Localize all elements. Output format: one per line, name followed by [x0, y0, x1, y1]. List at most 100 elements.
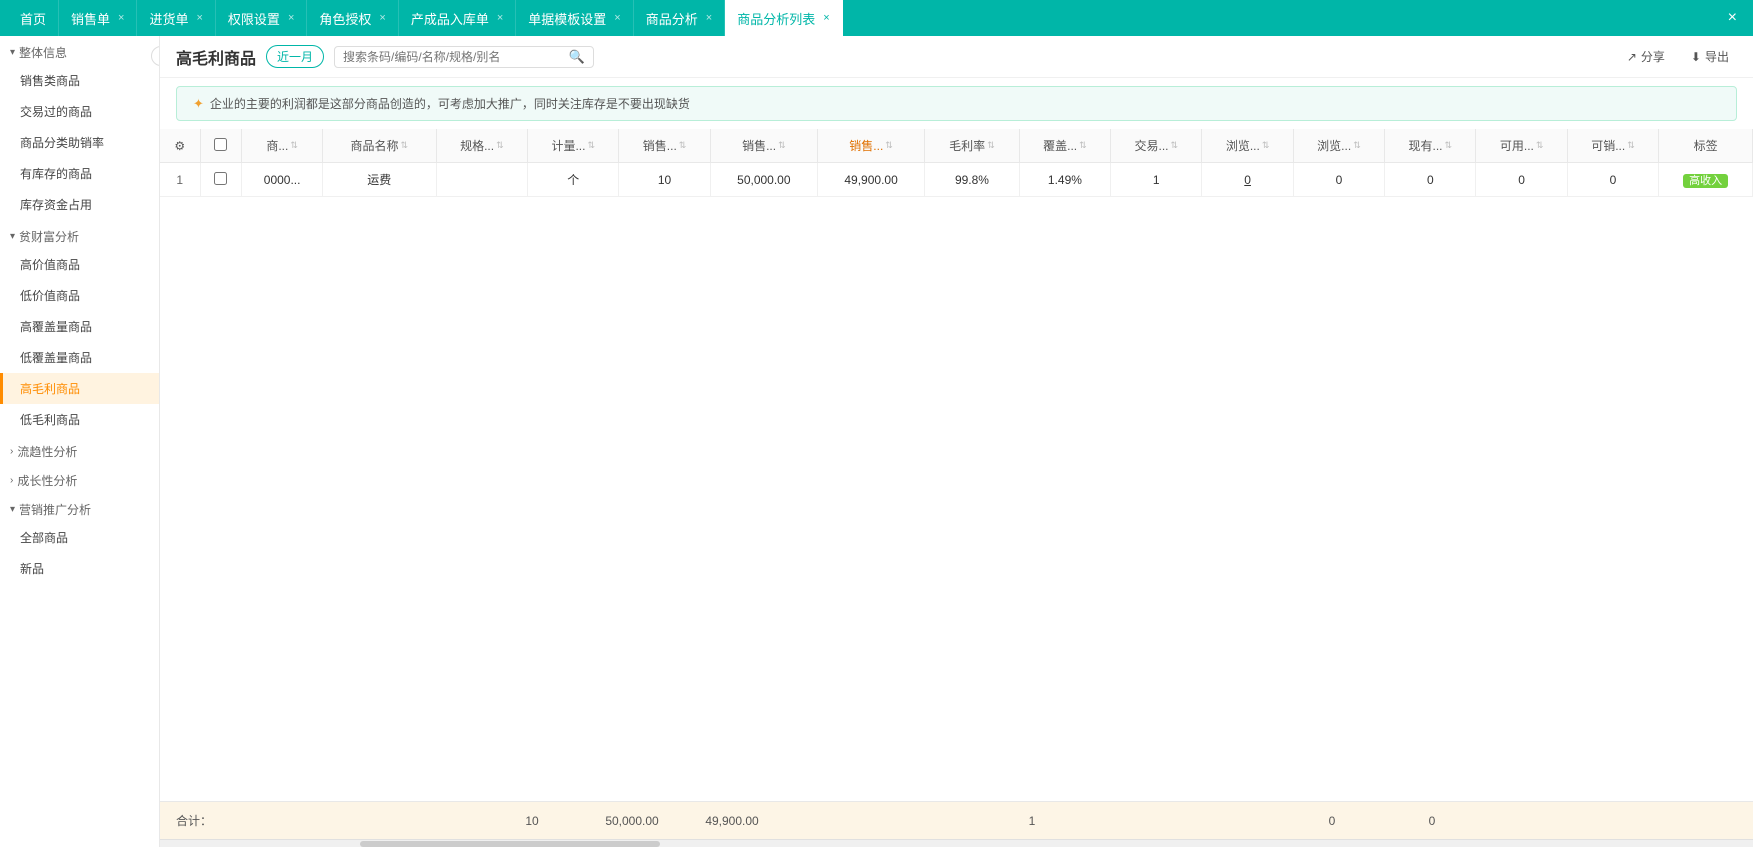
col-current-stock[interactable]: 现有... ⇅ [1385, 129, 1476, 163]
sidebar-item-traded-goods[interactable]: 交易过的商品 [0, 96, 159, 127]
content-area: 高毛利商品 近一月 🔍 ↗ 分享 ⬇ 导出 ✦ 企业的主要的利润都是这部分商品创… [160, 36, 1753, 847]
share-icon: ↗ [1627, 50, 1637, 64]
nav-tab-sales[interactable]: 销售单 × [59, 0, 137, 36]
nav-tab-production[interactable]: 产成品入库单 × [399, 0, 516, 36]
cell-browse1[interactable]: 0 [1202, 163, 1293, 197]
date-filter-button[interactable]: 近一月 [266, 45, 324, 68]
footer-sales-profit: 49,900.00 [692, 814, 772, 828]
sidebar-item-high-coverage[interactable]: 高覆盖量商品 [0, 311, 159, 342]
sort-icon-4: ⇅ [587, 140, 595, 151]
cell-spec [436, 163, 527, 197]
nav-tab-home[interactable]: 首页 [8, 0, 59, 36]
arrow-down-icon-3: ▾ [10, 504, 15, 515]
sidebar-section-wealth-label: 贫财富分析 [19, 228, 79, 245]
nav-label-home: 首页 [20, 9, 46, 28]
cell-checkbox[interactable] [200, 163, 242, 197]
col-sales-profit[interactable]: 销售... ⇅ [817, 129, 924, 163]
nav-tab-purchase[interactable]: 进货单 × [137, 0, 215, 36]
col-sales-amount[interactable]: 销售... ⇅ [710, 129, 817, 163]
sort-icon-10: ⇅ [1171, 140, 1179, 151]
cell-sales-count: 10 [619, 163, 710, 197]
cell-name: 运费 [322, 163, 436, 197]
col-code[interactable]: 商... ⇅ [242, 129, 322, 163]
search-icon[interactable]: 🔍 [569, 49, 585, 65]
close-analysis-tab[interactable]: × [706, 12, 712, 24]
col-sales-count[interactable]: 销售... ⇅ [619, 129, 710, 163]
sidebar-item-category-rate[interactable]: 商品分类助销率 [0, 127, 159, 158]
col-settings[interactable]: ⚙ [160, 129, 200, 163]
select-all-checkbox[interactable] [214, 138, 227, 151]
arrow-right-icon: › [10, 446, 13, 457]
col-coverage[interactable]: 覆盖... ⇅ [1019, 129, 1110, 163]
sidebar-section-overall[interactable]: ▾ 整体信息 [0, 36, 159, 65]
nav-label-purchase: 进货单 [149, 9, 188, 28]
sidebar-item-sales-goods[interactable]: 销售类商品 [0, 65, 159, 96]
sort-icon-11: ⇅ [1262, 140, 1270, 151]
sort-icon-13: ⇅ [1445, 140, 1453, 151]
nav-label-analysis-list: 商品分析列表 [737, 9, 815, 28]
arrow-down-icon: ▾ [10, 47, 15, 58]
col-transaction[interactable]: 交易... ⇅ [1111, 129, 1202, 163]
col-spec[interactable]: 规格... ⇅ [436, 129, 527, 163]
sort-icon-6: ⇅ [778, 140, 786, 151]
close-window-button[interactable]: × [1720, 9, 1745, 27]
col-checkbox[interactable] [200, 129, 242, 163]
nav-label-permissions: 权限设置 [228, 9, 280, 28]
footer-available: 0 [1392, 814, 1472, 828]
nav-label-template: 单据模板设置 [528, 9, 606, 28]
cell-sellable: 0 [1567, 163, 1658, 197]
sidebar-item-low-value[interactable]: 低价值商品 [0, 280, 159, 311]
sort-icon-3: ⇅ [496, 140, 504, 151]
nav-tab-permissions[interactable]: 权限设置 × [216, 0, 307, 36]
sidebar-section-overall-label: 整体信息 [19, 44, 67, 61]
sidebar-section-wealth[interactable]: ▾ 贫财富分析 [0, 220, 159, 249]
search-input[interactable] [343, 50, 565, 64]
sidebar-item-low-coverage[interactable]: 低覆盖量商品 [0, 342, 159, 373]
nav-tab-template[interactable]: 单据模板设置 × [516, 0, 633, 36]
close-permissions-tab[interactable]: × [288, 12, 294, 24]
sidebar-section-growth[interactable]: › 成长性分析 [0, 464, 159, 493]
col-gross-margin[interactable]: 毛利率 ⇅ [925, 129, 1020, 163]
sort-icon-8: ⇅ [987, 140, 995, 151]
info-tip-bar: ✦ 企业的主要的利润都是这部分商品创造的，可考虑加大推广，同时关注库存是不要出现… [176, 86, 1737, 121]
sidebar-item-all-goods[interactable]: 全部商品 [0, 522, 159, 553]
horizontal-scrollbar[interactable] [160, 839, 1753, 847]
col-sellable[interactable]: 可销... ⇅ [1567, 129, 1658, 163]
col-browse1[interactable]: 浏览... ⇅ [1202, 129, 1293, 163]
close-template-tab[interactable]: × [614, 12, 620, 24]
sidebar-item-high-margin[interactable]: 高毛利商品 [0, 373, 159, 404]
col-browse2[interactable]: 浏览... ⇅ [1293, 129, 1384, 163]
cell-current-stock: 0 [1385, 163, 1476, 197]
table-container: ⚙ 商... ⇅ 商品名称 [160, 129, 1753, 801]
nav-tab-roles[interactable]: 角色授权 × [307, 0, 398, 36]
sort-icon-15: ⇅ [1627, 140, 1635, 151]
col-unit[interactable]: 计量... ⇅ [528, 129, 619, 163]
share-button[interactable]: ↗ 分享 [1619, 44, 1673, 69]
cell-tag: 高收入 [1659, 163, 1753, 197]
close-roles-tab[interactable]: × [379, 12, 385, 24]
sidebar-item-low-margin[interactable]: 低毛利商品 [0, 404, 159, 435]
close-sales-tab[interactable]: × [118, 12, 124, 24]
col-name[interactable]: 商品名称 ⇅ [322, 129, 436, 163]
sidebar-item-stock-capital[interactable]: 库存资金占用 [0, 189, 159, 220]
sidebar-section-trend[interactable]: › 流趋性分析 [0, 435, 159, 464]
top-navigation: 首页 销售单 × 进货单 × 权限设置 × 角色授权 × 产成品入库单 × 单据… [0, 0, 1753, 36]
scrollbar-thumb[interactable] [360, 841, 660, 847]
nav-tab-analysis-list[interactable]: 商品分析列表 × [725, 0, 842, 36]
sidebar-section-marketing[interactable]: ▾ 营销推广分析 [0, 493, 159, 522]
sidebar-item-new-goods[interactable]: 新品 [0, 553, 159, 584]
close-purchase-tab[interactable]: × [196, 12, 202, 24]
nav-tab-analysis[interactable]: 商品分析 × [634, 0, 725, 36]
export-button[interactable]: ⬇ 导出 [1683, 44, 1737, 69]
sidebar-item-stocked-goods[interactable]: 有库存的商品 [0, 158, 159, 189]
export-icon: ⬇ [1691, 50, 1701, 64]
arrow-down-icon-2: ▾ [10, 231, 15, 242]
col-tag[interactable]: 标签 [1659, 129, 1753, 163]
sidebar-item-high-value[interactable]: 高价值商品 [0, 249, 159, 280]
close-production-tab[interactable]: × [497, 12, 503, 24]
row-checkbox[interactable] [214, 172, 227, 185]
col-available[interactable]: 可用... ⇅ [1476, 129, 1567, 163]
cell-num: 1 [160, 163, 200, 197]
close-analysis-list-tab[interactable]: × [823, 12, 829, 24]
cell-unit: 个 [528, 163, 619, 197]
